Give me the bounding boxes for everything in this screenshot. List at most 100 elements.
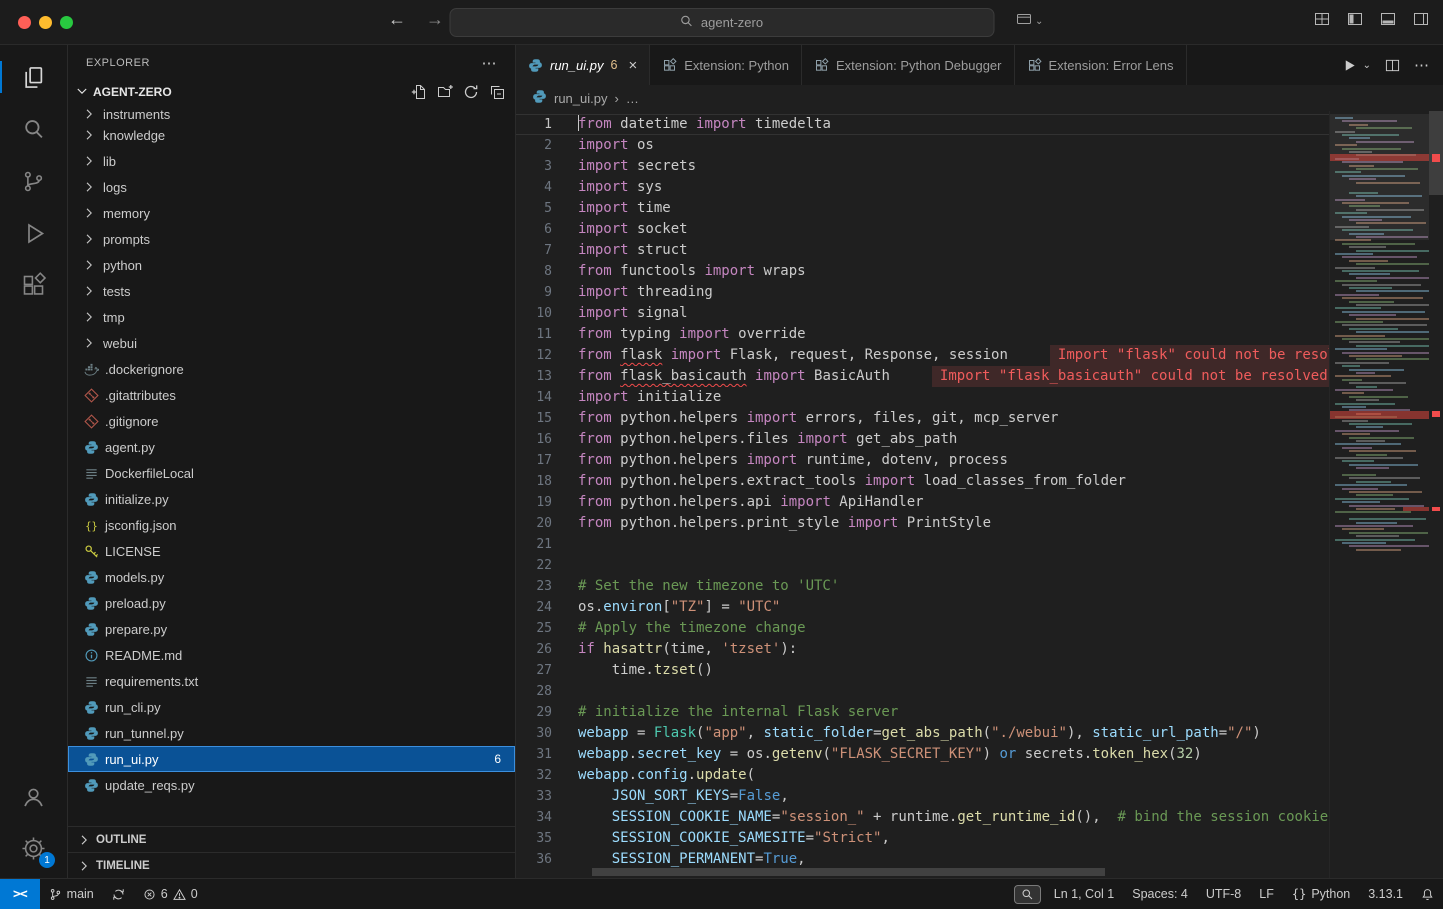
activity-item-accounts[interactable] [0, 770, 67, 822]
scrollbar-thumb[interactable] [1429, 111, 1443, 195]
horizontal-scrollbar[interactable] [592, 868, 1105, 876]
code-line-33[interactable]: 33 JSON_SORT_KEYS=False, [516, 786, 1329, 807]
remote-indicator[interactable]: >< [0, 879, 40, 909]
code-line-20[interactable]: 20 from python.helpers.print_style import… [516, 513, 1329, 534]
split-editor-icon[interactable] [1385, 58, 1400, 73]
tree-item-webui[interactable]: webui [68, 330, 515, 356]
status-sync[interactable] [103, 879, 134, 909]
code-line-28[interactable]: 28 [516, 681, 1329, 702]
tree-item-models.py[interactable]: models.py [68, 564, 515, 590]
maximize-button[interactable] [60, 16, 73, 29]
search-input[interactable]: agent-zero [701, 15, 763, 30]
tree-item-.gitignore[interactable]: .gitignore [68, 408, 515, 434]
status-indentation[interactable]: Spaces: 4 [1123, 879, 1197, 909]
status-notifications[interactable] [1412, 879, 1443, 909]
code-line-19[interactable]: 19 from python.helpers.api import ApiHand… [516, 492, 1329, 513]
status-python-version[interactable]: 3.13.1 [1359, 879, 1412, 909]
tree-item-update_reqs.py[interactable]: update_reqs.py [68, 772, 515, 798]
status-eol[interactable]: LF [1250, 879, 1283, 909]
breadcrumb-file[interactable]: run_ui.py [554, 91, 607, 106]
refresh-icon[interactable] [463, 84, 479, 100]
status-branch[interactable]: main [40, 879, 103, 909]
tab-Extension: Python[interactable]: Extension: Python [650, 45, 802, 85]
code-line-9[interactable]: 9 import threading [516, 282, 1329, 303]
status-problems[interactable]: 60 [134, 879, 207, 909]
editor-more-actions-icon[interactable]: ⋯ [1414, 56, 1429, 74]
tree-item-run_ui.py[interactable]: run_ui.py 6 [68, 746, 515, 772]
code-line-7[interactable]: 7 import struct [516, 240, 1329, 261]
status-encoding[interactable]: UTF-8 [1197, 879, 1250, 909]
code-line-22[interactable]: 22 [516, 555, 1329, 576]
code-line-8[interactable]: 8 from functools import wraps [516, 261, 1329, 282]
code-line-35[interactable]: 35 SESSION_COOKIE_SAMESITE="Strict", [516, 828, 1329, 849]
code-line-27[interactable]: 27 time.tzset() [516, 660, 1329, 681]
tab-Extension: Error Lens[interactable]: Extension: Error Lens [1014, 45, 1187, 85]
tree-item-LICENSE[interactable]: LICENSE [68, 538, 515, 564]
code-line-25[interactable]: 25 # Apply the timezone change [516, 618, 1329, 639]
code-line-18[interactable]: 18 from python.helpers.extract_tools impo… [516, 471, 1329, 492]
tree-item-requirements.txt[interactable]: requirements.txt [68, 668, 515, 694]
status-zoom-indicator[interactable] [1013, 884, 1041, 904]
new-file-icon[interactable] [411, 84, 427, 100]
tree-item-agent.py[interactable]: agent.py [68, 434, 515, 460]
tree-item-memory[interactable]: memory [68, 200, 515, 226]
tree-item-tmp[interactable]: tmp [68, 304, 515, 330]
code-line-26[interactable]: 26 if hasattr(time, 'tzset'): [516, 639, 1329, 660]
code-line-21[interactable]: 21 [516, 534, 1329, 555]
profile-control[interactable]: ⌄ [1016, 11, 1043, 32]
tree-item-.dockerignore[interactable]: .dockerignore [68, 356, 515, 382]
code-line-23[interactable]: 23 # Set the new timezone to 'UTC' [516, 576, 1329, 597]
tree-item-initialize.py[interactable]: initialize.py [68, 486, 515, 512]
code-line-13[interactable]: 13 from flask_basicauth import BasicAuth I… [516, 366, 1329, 387]
panel-header-timeline[interactable]: TIMELINE [68, 852, 515, 878]
tree-item-jsconfig.json[interactable]: {} jsconfig.json [68, 512, 515, 538]
tree-item-run_tunnel.py[interactable]: run_tunnel.py [68, 720, 515, 746]
code-line-11[interactable]: 11 from typing import override [516, 324, 1329, 345]
activity-item-explorer[interactable] [0, 51, 67, 103]
customize-layout-icon[interactable] [1314, 11, 1330, 27]
toggle-panel-left-icon[interactable] [1347, 11, 1363, 27]
tree-item-preload.py[interactable]: preload.py [68, 590, 515, 616]
toggle-panel-right-icon[interactable] [1413, 11, 1429, 27]
code-line-5[interactable]: 5 import time [516, 198, 1329, 219]
code-line-17[interactable]: 17 from python.helpers import runtime, do… [516, 450, 1329, 471]
code-editor[interactable]: 1 from datetime import timedelta 2 import o… [516, 111, 1329, 878]
tree-item-instruments[interactable]: instruments [68, 104, 515, 122]
run-button-icon[interactable] [1342, 58, 1357, 73]
tree-item-python[interactable]: python [68, 252, 515, 278]
minimap-slider[interactable] [1330, 114, 1429, 240]
activity-item-search[interactable] [0, 103, 67, 155]
status-cursor-position[interactable]: Ln 1, Col 1 [1045, 879, 1123, 909]
tree-item-prompts[interactable]: prompts [68, 226, 515, 252]
code-line-36[interactable]: 36 SESSION_PERMANENT=True, [516, 849, 1329, 870]
run-dropdown-icon[interactable]: ⌄ [1363, 60, 1371, 71]
code-line-34[interactable]: 34 SESSION_COOKIE_NAME="session_" + runt… [516, 807, 1329, 828]
tab-run_ui.py[interactable]: run_ui.py 6 × [516, 45, 651, 85]
minimize-button[interactable] [39, 16, 52, 29]
tree-item-README.md[interactable]: README.md [68, 642, 515, 668]
code-line-3[interactable]: 3 import secrets [516, 156, 1329, 177]
code-line-24[interactable]: 24 os.environ["TZ"] = "UTC" [516, 597, 1329, 618]
back-arrow-icon[interactable]: ← [388, 9, 406, 30]
minimap[interactable] [1329, 111, 1429, 878]
activity-item-source-control[interactable] [0, 155, 67, 207]
toggle-panel-bottom-icon[interactable] [1380, 11, 1396, 27]
code-line-4[interactable]: 4 import sys [516, 177, 1329, 198]
status-language-mode[interactable]: {} Python [1283, 879, 1359, 909]
activity-item-run-debug[interactable] [0, 207, 67, 259]
code-line-1[interactable]: 1 from datetime import timedelta [516, 114, 1329, 135]
breadcrumb-more[interactable]: … [626, 91, 639, 106]
code-line-14[interactable]: 14 import initialize [516, 387, 1329, 408]
close-tab-icon[interactable]: × [628, 57, 637, 74]
code-line-31[interactable]: 31 webapp.secret_key = os.getenv("FLASK_S… [516, 744, 1329, 765]
code-line-6[interactable]: 6 import socket [516, 219, 1329, 240]
new-folder-icon[interactable] [437, 84, 453, 100]
code-line-16[interactable]: 16 from python.helpers.files import get_a… [516, 429, 1329, 450]
tree-item-lib[interactable]: lib [68, 148, 515, 174]
forward-arrow-icon[interactable]: → [426, 9, 444, 30]
tree-item-tests[interactable]: tests [68, 278, 515, 304]
vertical-scrollbar[interactable] [1429, 111, 1443, 878]
activity-item-extensions[interactable] [0, 259, 67, 311]
tree-item-.gitattributes[interactable]: .gitattributes [68, 382, 515, 408]
code-line-12[interactable]: 12 from flask import Flask, request, Resp… [516, 345, 1329, 366]
